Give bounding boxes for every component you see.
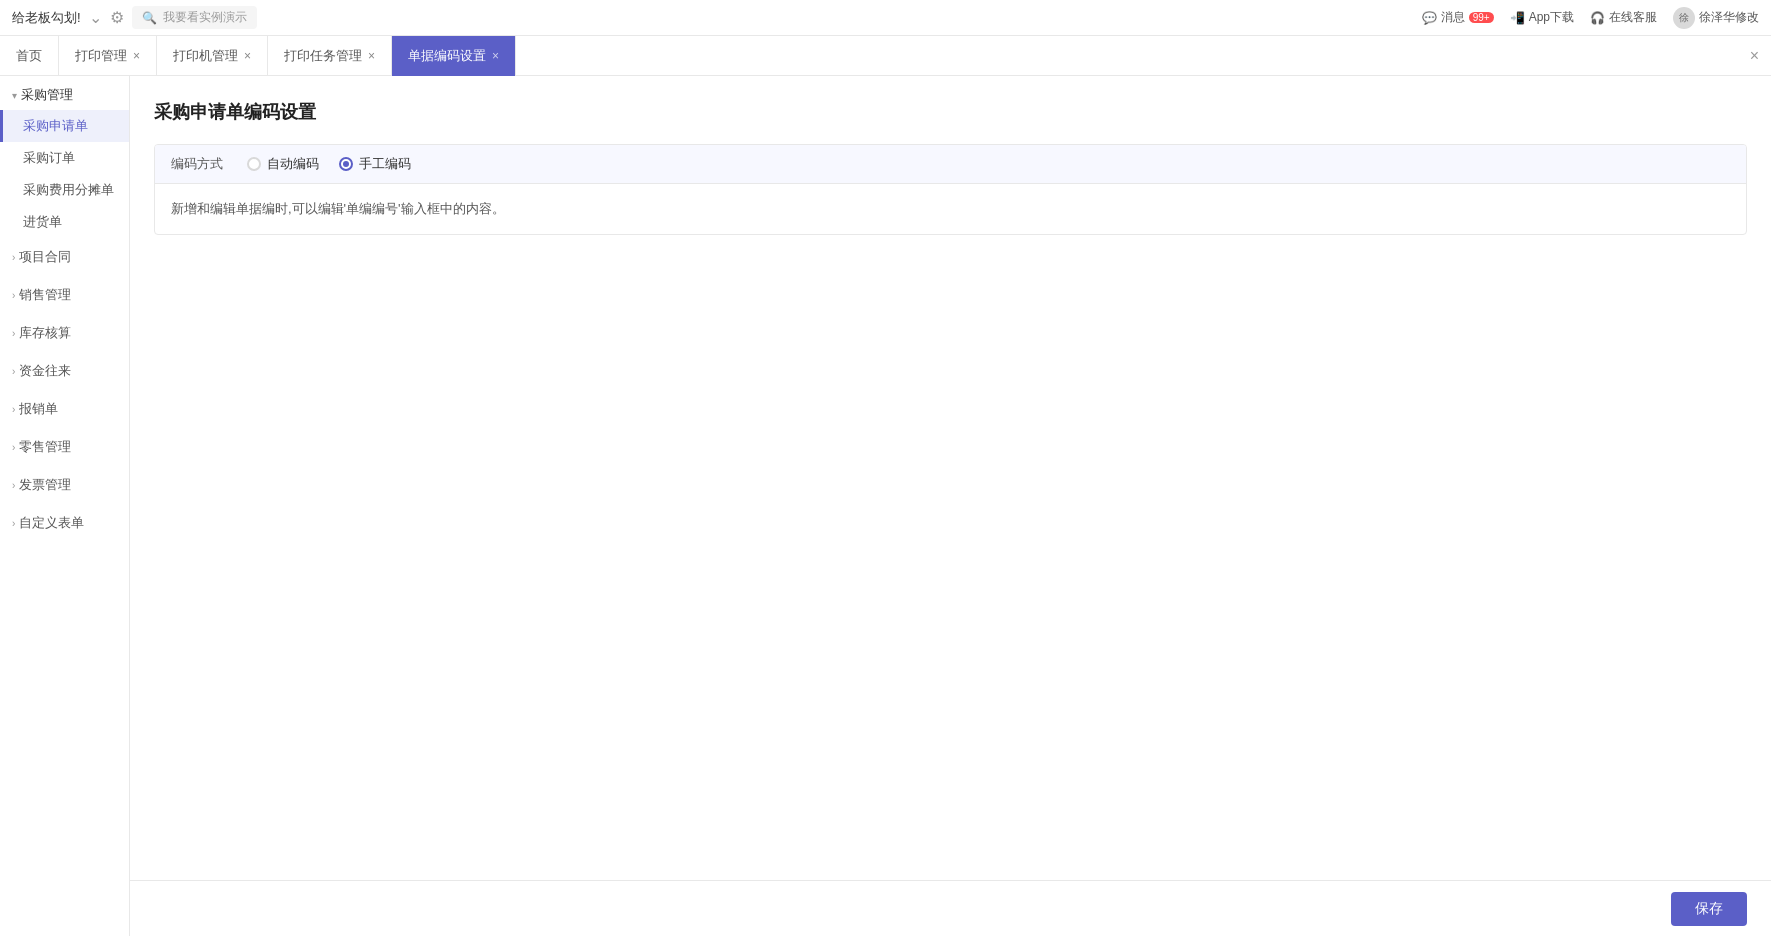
tab-voucher-encoding-close[interactable]: × [492, 49, 499, 63]
app-download-label: App下载 [1529, 9, 1574, 26]
sales-mgmt-label: 销售管理 [19, 286, 71, 304]
tab-printer-mgmt[interactable]: 打印机管理 × [157, 36, 268, 76]
tab-home-label: 首页 [16, 47, 42, 65]
sidebar-item-retail-mgmt[interactable]: › 零售管理 [0, 428, 129, 466]
project-contract-label: 项目合同 [19, 248, 71, 266]
search-icon: 🔍 [142, 11, 157, 25]
sidebar-item-goods-receipt-label: 进货单 [23, 214, 62, 229]
returns-label: 报销单 [19, 400, 58, 418]
invoice-mgmt-arrow-icon: › [12, 480, 15, 491]
top-bar-right: 💬 消息 99+ 📲 App下载 🎧 在线客服 徐 徐泽华修改 [1422, 7, 1759, 29]
tab-bar-close-btn[interactable]: × [1738, 36, 1771, 75]
settings-icon[interactable]: ⚙ [110, 8, 124, 27]
capital-arrow-icon: › [12, 366, 15, 377]
sidebar-item-invoice-mgmt[interactable]: › 发票管理 [0, 466, 129, 504]
sidebar-item-goods-receipt[interactable]: 进货单 [0, 206, 129, 238]
tab-voucher-encoding[interactable]: 单据编码设置 × [392, 36, 516, 76]
inventory-arrow-icon: › [12, 328, 15, 339]
encoding-method-label: 编码方式 [171, 155, 223, 173]
online-service-label: 在线客服 [1609, 9, 1657, 26]
tab-bar: 首页 打印管理 × 打印机管理 × 打印任务管理 × 单据编码设置 × × [0, 36, 1771, 76]
invoice-mgmt-label: 发票管理 [19, 476, 71, 494]
sidebar-item-purchase-order-label: 采购订单 [23, 150, 75, 165]
tab-print-task-mgmt-close[interactable]: × [368, 49, 375, 63]
avatar: 徐 [1673, 7, 1695, 29]
tab-print-mgmt-label: 打印管理 [75, 47, 127, 65]
tab-printer-mgmt-label: 打印机管理 [173, 47, 238, 65]
sidebar-item-custom-forms[interactable]: › 自定义表单 [0, 504, 129, 542]
app-download-icon: 📲 [1510, 11, 1525, 25]
app-download-item[interactable]: 📲 App下载 [1510, 9, 1574, 26]
inventory-label: 库存核算 [19, 324, 71, 342]
radio-manual-circle [339, 157, 353, 171]
page-title: 采购申请单编码设置 [154, 100, 1747, 124]
tab-print-mgmt-close[interactable]: × [133, 49, 140, 63]
user-name: 徐泽华修改 [1699, 9, 1759, 26]
main-layout: ▾ 采购管理 采购申请单 采购订单 采购费用分摊单 进货单 › 项目合同 › 销… [0, 76, 1771, 936]
dropdown-icon[interactable]: ⌄ [89, 8, 102, 27]
retail-mgmt-arrow-icon: › [12, 442, 15, 453]
purchase-section-label: 采购管理 [21, 86, 73, 104]
tab-print-mgmt[interactable]: 打印管理 × [59, 36, 157, 76]
sidebar: ▾ 采购管理 采购申请单 采购订单 采购费用分摊单 进货单 › 项目合同 › 销… [0, 76, 130, 936]
search-text: 我要看实例演示 [163, 9, 247, 26]
content-inner: 采购申请单编码设置 编码方式 自动编码 手工编码 [130, 76, 1771, 880]
project-contract-arrow-icon: › [12, 252, 15, 263]
top-bar-left: 给老板勾划! ⌄ ⚙ 🔍 我要看实例演示 [12, 6, 257, 29]
encoding-description: 新增和编辑单据编时,可以编辑'单编编号'输入框中的内容。 [171, 200, 1730, 218]
custom-forms-arrow-icon: › [12, 518, 15, 529]
message-badge: 99+ [1469, 12, 1494, 23]
custom-forms-label: 自定义表单 [19, 514, 84, 532]
sidebar-section-purchase-header[interactable]: ▾ 采购管理 [0, 76, 129, 110]
sidebar-item-purchase-expense[interactable]: 采购费用分摊单 [0, 174, 129, 206]
user-item[interactable]: 徐 徐泽华修改 [1673, 7, 1759, 29]
sidebar-item-returns[interactable]: › 报销单 [0, 390, 129, 428]
tab-home[interactable]: 首页 [0, 36, 59, 76]
message-item[interactable]: 💬 消息 99+ [1422, 9, 1494, 26]
encoding-section: 编码方式 自动编码 手工编码 新增和编辑单据编时,可以编辑'单编编号'输入框中的 [154, 144, 1747, 235]
radio-group: 自动编码 手工编码 [247, 155, 411, 173]
sidebar-item-inventory[interactable]: › 库存核算 [0, 314, 129, 352]
encoding-header: 编码方式 自动编码 手工编码 [155, 145, 1746, 184]
radio-auto-encode[interactable]: 自动编码 [247, 155, 319, 173]
message-icon: 💬 [1422, 11, 1437, 25]
sidebar-item-purchase-request[interactable]: 采购申请单 [0, 110, 129, 142]
encoding-body: 新增和编辑单据编时,可以编辑'单编编号'输入框中的内容。 [155, 184, 1746, 234]
returns-arrow-icon: › [12, 404, 15, 415]
retail-mgmt-label: 零售管理 [19, 438, 71, 456]
brand-text: 给老板勾划! [12, 9, 81, 27]
tab-print-task-mgmt-label: 打印任务管理 [284, 47, 362, 65]
sidebar-item-purchase-request-label: 采购申请单 [23, 118, 88, 133]
top-bar: 给老板勾划! ⌄ ⚙ 🔍 我要看实例演示 💬 消息 99+ 📲 App下载 🎧 … [0, 0, 1771, 36]
sidebar-item-capital[interactable]: › 资金往来 [0, 352, 129, 390]
sidebar-item-sales-mgmt[interactable]: › 销售管理 [0, 276, 129, 314]
content-footer: 保存 [130, 880, 1771, 936]
sidebar-item-purchase-expense-label: 采购费用分摊单 [23, 182, 114, 197]
save-button[interactable]: 保存 [1671, 892, 1747, 926]
purchase-arrow-icon: ▾ [12, 90, 17, 101]
headset-icon: 🎧 [1590, 11, 1605, 25]
tab-print-task-mgmt[interactable]: 打印任务管理 × [268, 36, 392, 76]
message-label: 消息 [1441, 9, 1465, 26]
sidebar-section-purchase: ▾ 采购管理 采购申请单 采购订单 采购费用分摊单 进货单 [0, 76, 129, 238]
online-service-item[interactable]: 🎧 在线客服 [1590, 9, 1657, 26]
radio-auto-circle [247, 157, 261, 171]
tab-voucher-encoding-label: 单据编码设置 [408, 47, 486, 65]
manual-encode-label: 手工编码 [359, 155, 411, 173]
sidebar-item-project-contract[interactable]: › 项目合同 [0, 238, 129, 276]
auto-encode-label: 自动编码 [267, 155, 319, 173]
tab-printer-mgmt-close[interactable]: × [244, 49, 251, 63]
search-bar[interactable]: 🔍 我要看实例演示 [132, 6, 257, 29]
sidebar-item-purchase-order[interactable]: 采购订单 [0, 142, 129, 174]
content-area: 采购申请单编码设置 编码方式 自动编码 手工编码 [130, 76, 1771, 936]
capital-label: 资金往来 [19, 362, 71, 380]
sales-mgmt-arrow-icon: › [12, 290, 15, 301]
radio-manual-encode[interactable]: 手工编码 [339, 155, 411, 173]
